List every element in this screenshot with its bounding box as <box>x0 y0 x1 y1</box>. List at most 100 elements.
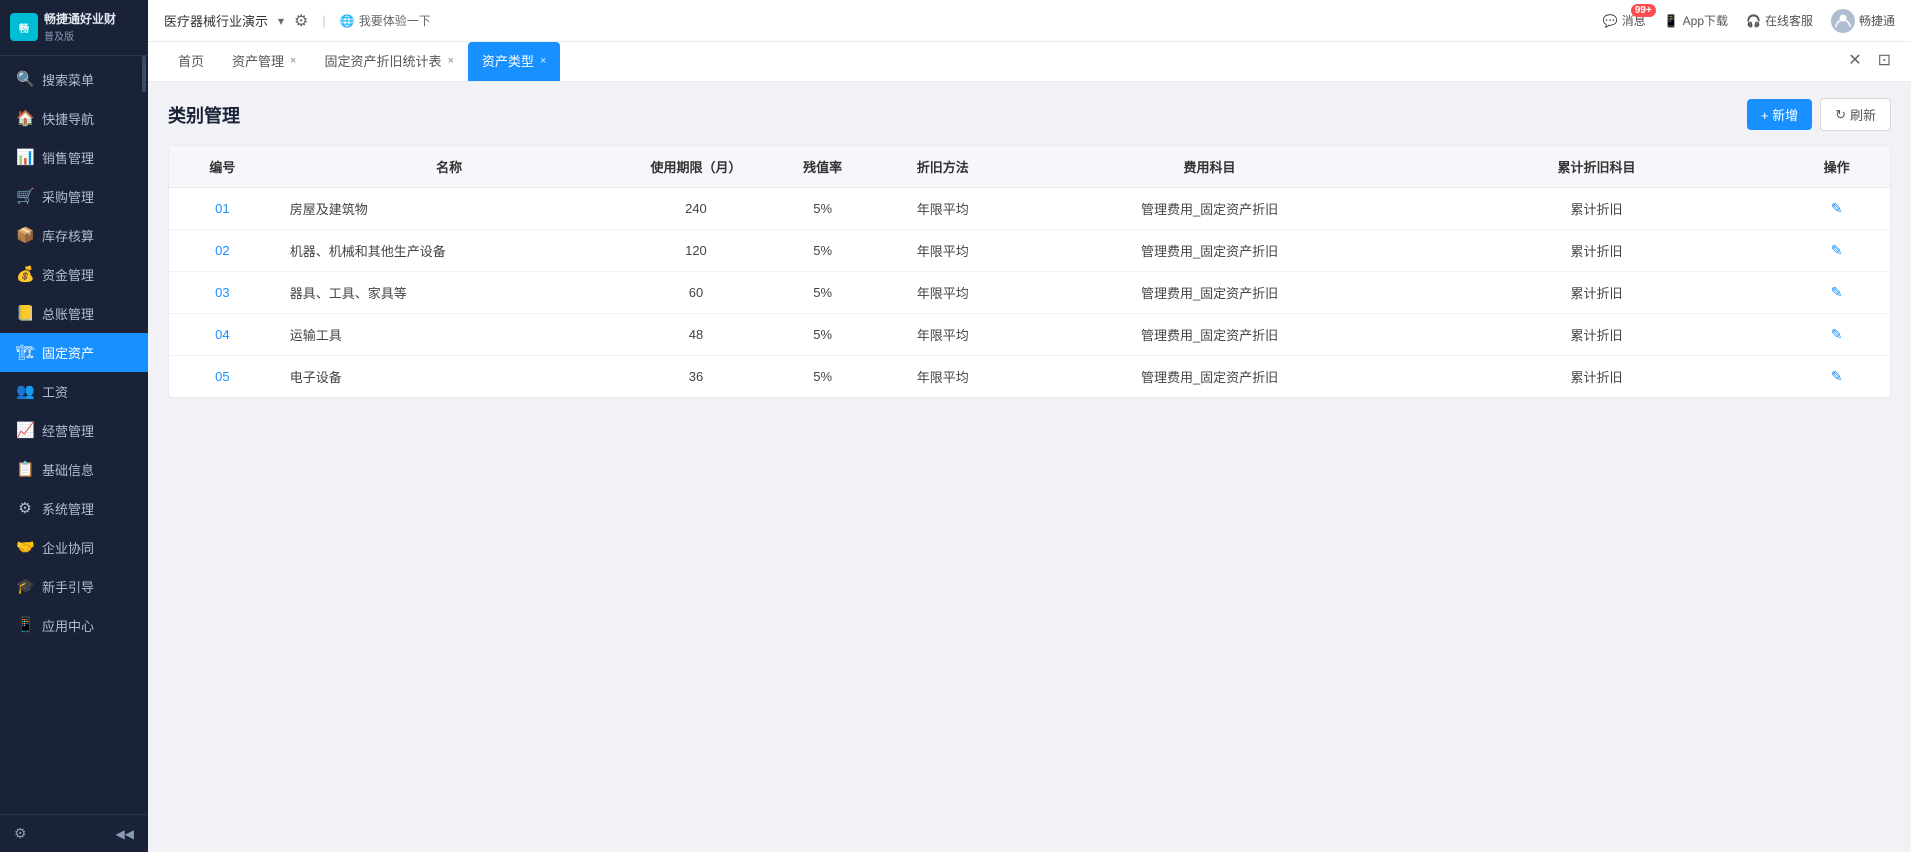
sidebar-item-general-ledger[interactable]: 📒 总账管理 <box>0 294 148 333</box>
sidebar-item-sales[interactable]: 📊 销售管理 <box>0 138 148 177</box>
message-icon: 💬 <box>1603 14 1618 28</box>
col-header-action: 操作 <box>1783 146 1890 188</box>
sidebar-footer: ⚙ ◀◀ <box>0 814 148 852</box>
app-download-button[interactable]: 📱 App下载 <box>1664 12 1728 29</box>
cell-accum: 累计折旧 <box>1410 188 1784 230</box>
edit-button[interactable]: ✎ <box>1783 272 1890 314</box>
sidebar-item-label: 系统管理 <box>42 499 94 518</box>
cart-icon: 🛒 <box>16 187 34 205</box>
edit-button[interactable]: ✎ <box>1783 314 1890 356</box>
sidebar-item-label: 销售管理 <box>42 148 94 167</box>
col-header-name: 名称 <box>276 146 623 188</box>
tab-home[interactable]: 首页 <box>164 42 218 81</box>
trend-icon: 📈 <box>16 421 34 439</box>
col-header-method: 折旧方法 <box>876 146 1009 188</box>
sidebar-item-search[interactable]: 🔍 搜索菜单 <box>0 60 148 99</box>
sidebar-item-funds[interactable]: 💰 资金管理 <box>0 255 148 294</box>
tab-asset-type[interactable]: 资产类型 × <box>468 42 560 81</box>
avatar <box>1831 9 1855 33</box>
sidebar-item-guide[interactable]: 🎓 新手引导 <box>0 567 148 606</box>
company-settings-icon[interactable]: ⚙ <box>294 11 308 31</box>
tab-depreciation-report[interactable]: 固定资产折旧统计表 × <box>310 42 467 81</box>
settings-icon[interactable]: ⚙ <box>14 825 27 842</box>
sidebar-item-quick-nav[interactable]: 🏠 快捷导航 <box>0 99 148 138</box>
cell-expense: 管理费用_固定资产折旧 <box>1009 356 1409 398</box>
cell-period: 48 <box>623 314 770 356</box>
table-header-row: 编号 名称 使用期限（月） 残值率 折旧方法 费用科目 累计折旧科目 操作 <box>169 146 1890 188</box>
messages-button[interactable]: 💬 消息 99+ <box>1603 12 1646 29</box>
refresh-icon: ↻ <box>1835 107 1846 123</box>
cell-name: 器具、工具、家具等 <box>276 272 623 314</box>
page-header: 类别管理 + 新增 ↻ 刷新 <box>168 98 1891 131</box>
user-button[interactable]: 畅捷通 <box>1831 9 1895 33</box>
cell-period: 240 <box>623 188 770 230</box>
refresh-button[interactable]: ↻ 刷新 <box>1820 98 1891 131</box>
topbar-right: 💬 消息 99+ 📱 App下载 🎧 在线客服 畅捷通 <box>1603 9 1895 33</box>
sidebar-item-payroll[interactable]: 👥 工资 <box>0 372 148 411</box>
edit-button[interactable]: ✎ <box>1783 230 1890 272</box>
page-title: 类别管理 <box>168 102 240 128</box>
sidebar-nav: 🔍 搜索菜单 🏠 快捷导航 📊 销售管理 🛒 采购管理 📦 库存核算 💰 资金管… <box>0 56 148 814</box>
sidebar-item-enterprise[interactable]: 🤝 企业协同 <box>0 528 148 567</box>
tab-home-label: 首页 <box>178 51 204 70</box>
box-icon: 📦 <box>16 226 34 244</box>
cell-code: 04 <box>169 314 276 356</box>
cell-residual: 5% <box>769 314 876 356</box>
sidebar-item-label: 资金管理 <box>42 265 94 284</box>
cell-method: 年限平均 <box>876 356 1009 398</box>
content-area: 类别管理 + 新增 ↻ 刷新 编号 名称 使用期限（月） 残值率 折旧方法 <box>148 82 1911 852</box>
search-icon: 🔍 <box>16 70 34 88</box>
topbar: 医疗器械行业演示 ▾ ⚙ | 🌐 我要体验一下 💬 消息 99+ 📱 App下载… <box>148 0 1911 42</box>
sidebar-item-basic-info[interactable]: 📋 基础信息 <box>0 450 148 489</box>
sidebar-item-label: 应用中心 <box>42 616 94 635</box>
trial-text: 我要体验一下 <box>359 12 431 29</box>
sidebar-item-label: 工资 <box>42 382 68 401</box>
app-title: 畅捷通好业财 <box>44 12 116 28</box>
cell-residual: 5% <box>769 188 876 230</box>
sidebar-item-label: 固定资产 <box>42 343 94 362</box>
sidebar-item-inventory[interactable]: 📦 库存核算 <box>0 216 148 255</box>
tab-close-icon[interactable]: ✕ <box>1844 46 1865 74</box>
company-dropdown-icon[interactable]: ▾ <box>278 14 284 28</box>
table-row: 05 电子设备 36 5% 年限平均 管理费用_固定资产折旧 累计折旧 ✎ <box>169 356 1890 398</box>
ledger-icon: 📒 <box>16 304 34 322</box>
sidebar-item-operations[interactable]: 📈 经营管理 <box>0 411 148 450</box>
tab-maximize-icon[interactable]: ⊡ <box>1874 46 1895 74</box>
tab-asset-type-close[interactable]: × <box>540 55 546 67</box>
gear-icon: ⚙ <box>16 499 34 517</box>
company-name: 医疗器械行业演示 <box>164 11 268 30</box>
table-row: 04 运输工具 48 5% 年限平均 管理费用_固定资产折旧 累计折旧 ✎ <box>169 314 1890 356</box>
sidebar-item-app-center[interactable]: 📱 应用中心 <box>0 606 148 645</box>
cell-accum: 累计折旧 <box>1410 230 1784 272</box>
cell-code: 02 <box>169 230 276 272</box>
new-button[interactable]: + 新增 <box>1747 99 1812 130</box>
tabbar-right: ✕ ⊡ <box>1844 42 1895 81</box>
handshake-icon: 🤝 <box>16 538 34 556</box>
cell-expense: 管理费用_固定资产折旧 <box>1009 188 1409 230</box>
cell-method: 年限平均 <box>876 188 1009 230</box>
trial-icon: 🌐 <box>340 14 355 28</box>
cell-accum: 累计折旧 <box>1410 314 1784 356</box>
tab-depreciation-label: 固定资产折旧统计表 <box>324 51 441 70</box>
sidebar: 畅 畅捷通好业财 普及版 🔍 搜索菜单 🏠 快捷导航 📊 销售管理 🛒 采购管理… <box>0 0 148 852</box>
edit-button[interactable]: ✎ <box>1783 188 1890 230</box>
edit-button[interactable]: ✎ <box>1783 356 1890 398</box>
cell-name: 房屋及建筑物 <box>276 188 623 230</box>
trial-button[interactable]: 🌐 我要体验一下 <box>340 12 431 29</box>
sidebar-item-purchase[interactable]: 🛒 采购管理 <box>0 177 148 216</box>
sidebar-item-label: 企业协同 <box>42 538 94 557</box>
tab-asset-mgmt[interactable]: 资产管理 × <box>218 42 310 81</box>
cell-method: 年限平均 <box>876 230 1009 272</box>
money-icon: 💰 <box>16 265 34 283</box>
sidebar-item-system[interactable]: ⚙ 系统管理 <box>0 489 148 528</box>
cell-code: 01 <box>169 188 276 230</box>
sidebar-item-fixed-assets[interactable]: 🏗 固定资产 <box>0 333 148 372</box>
support-button[interactable]: 🎧 在线客服 <box>1746 12 1813 29</box>
sidebar-item-label: 经营管理 <box>42 421 94 440</box>
support-label: 在线客服 <box>1765 12 1813 29</box>
sidebar-item-label: 新手引导 <box>42 577 94 596</box>
tab-asset-mgmt-close[interactable]: × <box>290 55 296 67</box>
tab-depreciation-close[interactable]: × <box>447 55 453 67</box>
chart-icon: 📊 <box>16 148 34 166</box>
collapse-icon[interactable]: ◀◀ <box>116 827 134 841</box>
